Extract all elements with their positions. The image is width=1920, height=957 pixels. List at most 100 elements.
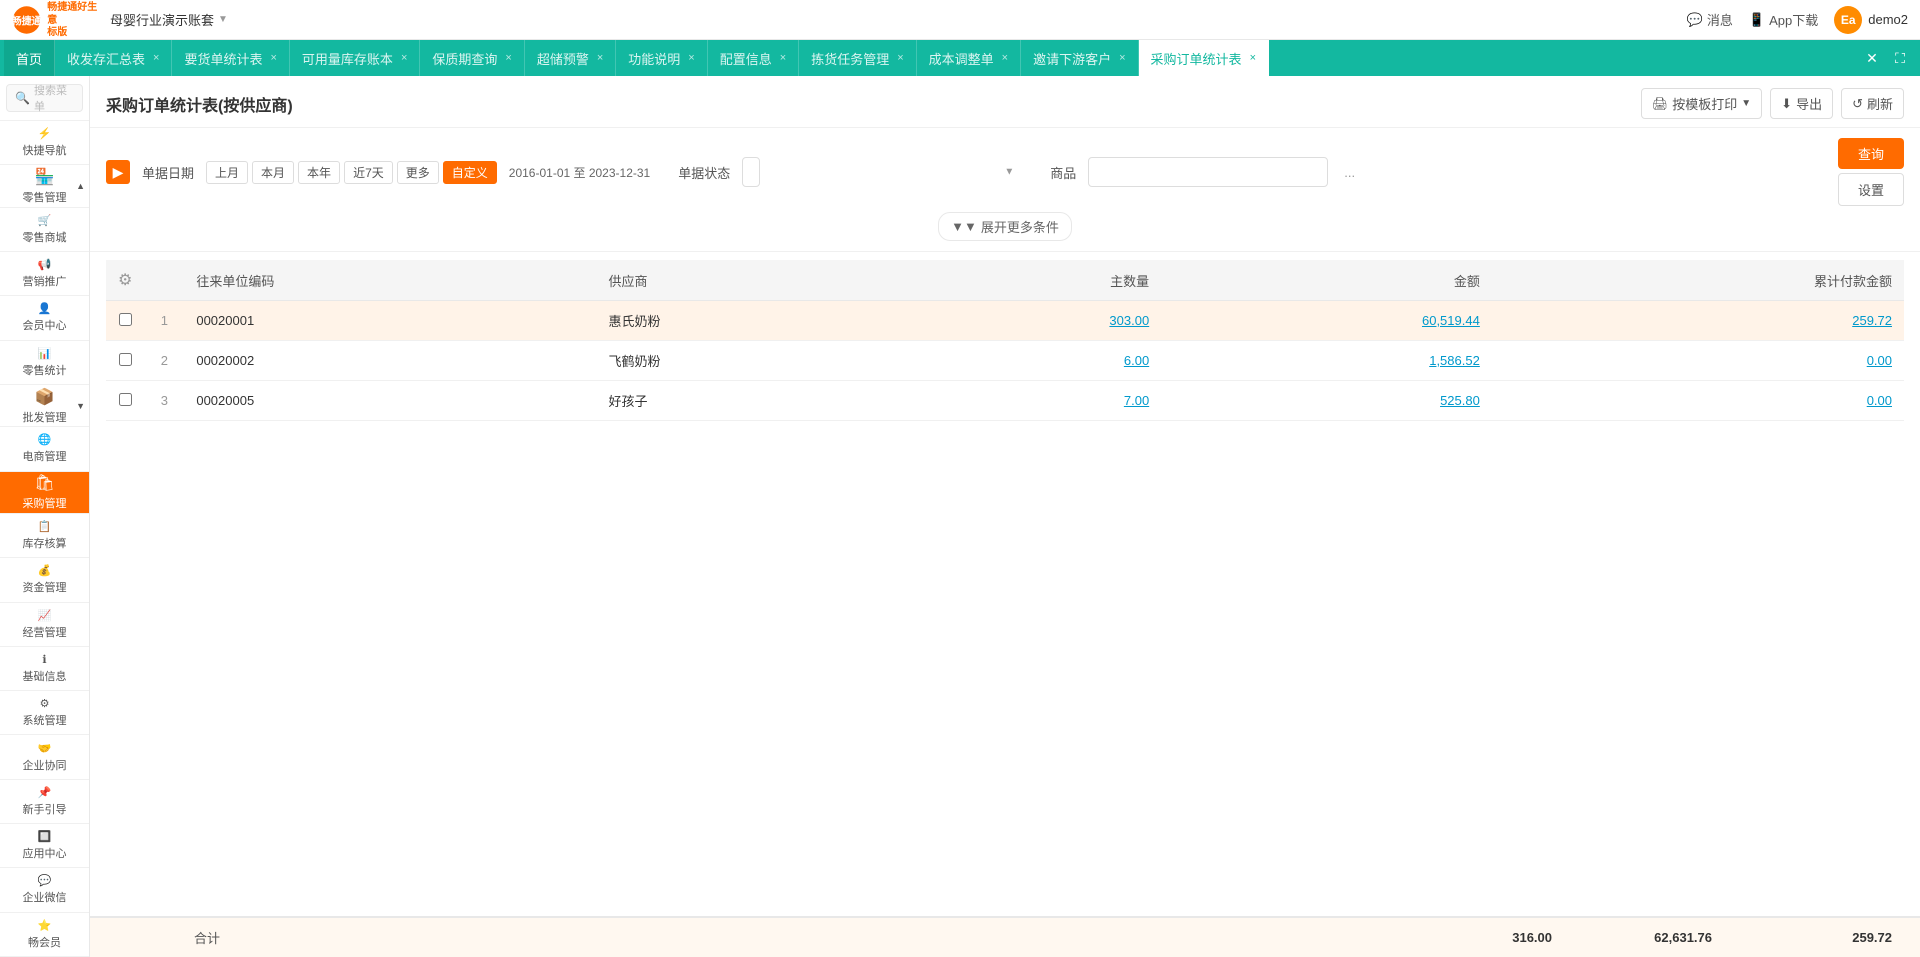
ops-mgmt-icon: 📈 <box>38 609 52 622</box>
sidebar-item-stock-check[interactable]: 📋 库存核算 <box>0 514 89 558</box>
row-check-cell[interactable] <box>106 301 144 341</box>
row-amount[interactable]: 1,586.52 <box>1161 341 1492 381</box>
row-checkbox[interactable] <box>119 313 132 326</box>
sidebar-item-quick-nav[interactable]: ⚡ 快捷导航 <box>0 121 89 165</box>
nav-tab-purchase-summary[interactable]: 采购订单统计表 × <box>1139 40 1269 76</box>
table-footer: 合计 316.00 62,631.76 259.72 <box>90 916 1920 957</box>
close-picking-task-icon[interactable]: × <box>897 52 903 64</box>
nav-tab-expiry-query[interactable]: 保质期查询 × <box>420 40 524 76</box>
sidebar-item-member-center[interactable]: 👤 会员中心 <box>0 296 89 340</box>
this-month-btn[interactable]: 本月 <box>252 161 294 184</box>
nav-tab-goods-summary[interactable]: 要货单统计表 × <box>172 40 289 76</box>
page-header-actions: 🖨 按模板打印 ▼ ⬇ 导出 ↺ 刷新 <box>1641 88 1904 119</box>
close-invite-downstream-icon[interactable]: × <box>1119 52 1125 64</box>
close-config-info-icon[interactable]: × <box>780 52 786 64</box>
close-expiry-query-icon[interactable]: × <box>505 52 511 64</box>
refresh-button[interactable]: ↺ 刷新 <box>1841 88 1904 119</box>
row-num-cell: 1 <box>144 301 184 341</box>
nav-tab-receive-summary[interactable]: 收发存汇总表 × <box>55 40 172 76</box>
sidebar-item-enterprise-collab[interactable]: 🤝 企业协同 <box>0 735 89 779</box>
sidebar-item-basic-info[interactable]: ℹ 基础信息 <box>0 647 89 691</box>
wholesale-mgmt-icon: 📦 <box>35 387 55 407</box>
settings-button[interactable]: 设置 <box>1838 173 1904 206</box>
export-button[interactable]: ⬇ 导出 <box>1770 88 1833 119</box>
user-profile[interactable]: Ea demo2 <box>1834 6 1908 34</box>
sidebar-item-wholesale-mgmt[interactable]: 📦 批发管理 ▼ <box>0 385 89 427</box>
sidebar-item-retail-mgmt[interactable]: 🏪 零售管理 ▲ <box>0 165 89 207</box>
column-settings-icon[interactable]: ⚙ <box>118 272 132 289</box>
nav-tab-config-info[interactable]: 配置信息 × <box>708 40 799 76</box>
sidebar-item-marketing[interactable]: 📢 营销推广 <box>0 252 89 296</box>
this-year-btn[interactable]: 本年 <box>298 161 340 184</box>
sidebar-search-area: 🔍 搜索菜单 <box>0 76 89 121</box>
query-button[interactable]: 查询 <box>1838 138 1904 169</box>
nav-tab-available-stock[interactable]: 可用量库存账本 × <box>290 40 420 76</box>
close-available-stock-icon[interactable]: × <box>401 52 407 64</box>
filter-row-main: ▶ 单据日期 上月 本月 本年 近7天 更多 自定义 2016-01-01 至 … <box>106 138 1904 206</box>
row-checkbox[interactable] <box>119 393 132 406</box>
row-check-cell[interactable] <box>106 341 144 381</box>
vip-member-label: 畅会员 <box>28 934 61 950</box>
main-layout: 🔍 搜索菜单 ⚡ 快捷导航 🏪 零售管理 ▲ 🛒 零售商城 📢 营销推广 👤 会… <box>0 76 1920 957</box>
sidebar-item-retail-store[interactable]: 🛒 零售商城 <box>0 208 89 252</box>
close-all-tabs-button[interactable]: ✕ <box>1860 46 1884 70</box>
sidebar-item-ecommerce-mgmt[interactable]: 🌐 电商管理 <box>0 427 89 471</box>
sidebar-item-app-center[interactable]: 🔲 应用中心 <box>0 824 89 868</box>
row-amount[interactable]: 525.80 <box>1161 381 1492 421</box>
nav-tab-home[interactable]: 首页 <box>4 40 55 76</box>
close-function-desc-icon[interactable]: × <box>688 52 694 64</box>
workspace-selector[interactable]: 母婴行业演示账套 ▼ <box>110 10 228 29</box>
template-print-button[interactable]: 🖨 按模板打印 ▼ <box>1641 88 1762 119</box>
close-cost-adjust-icon[interactable]: × <box>1002 52 1008 64</box>
row-checkbox[interactable] <box>119 353 132 366</box>
row-main-qty[interactable]: 303.00 <box>904 301 1162 341</box>
nav-tab-overstock-alert[interactable]: 超储预警 × <box>525 40 616 76</box>
row-paid-amount[interactable]: 259.72 <box>1492 301 1904 341</box>
nav-tab-invite-downstream[interactable]: 邀请下游客户 × <box>1021 40 1138 76</box>
close-receive-summary-icon[interactable]: × <box>153 52 159 64</box>
col-amount: 金额 <box>1161 260 1492 301</box>
row-amount[interactable]: 60,519.44 <box>1161 301 1492 341</box>
row-check-cell[interactable] <box>106 381 144 421</box>
page-title: 采购订单统计表(按供应商) <box>106 92 293 116</box>
col-row-num <box>144 260 184 301</box>
logo-area: 畅捷通 畅捷通好生意 标版 <box>12 1 102 39</box>
top-bar: 畅捷通 畅捷通好生意 标版 母婴行业演示账套 ▼ 💬 消息 📱 App下载 Ea… <box>0 0 1920 40</box>
nav-tab-cost-adjust[interactable]: 成本调整单 × <box>917 40 1021 76</box>
row-main-qty[interactable]: 6.00 <box>904 341 1162 381</box>
purchase-mgmt-label: 采购管理 <box>23 495 67 511</box>
sidebar-item-ops-mgmt[interactable]: 📈 经营管理 <box>0 603 89 647</box>
sidebar-item-vip-member[interactable]: ⭐ 畅会员 <box>0 913 89 957</box>
sidebar-item-finance-mgmt[interactable]: 💰 资金管理 <box>0 558 89 602</box>
row-paid-amount[interactable]: 0.00 <box>1492 381 1904 421</box>
row-paid-amount[interactable]: 0.00 <box>1492 341 1904 381</box>
close-goods-summary-icon[interactable]: × <box>270 52 276 64</box>
message-button[interactable]: 💬 消息 <box>1687 10 1733 29</box>
status-select[interactable] <box>742 157 760 187</box>
nav-tab-function-desc[interactable]: 功能说明 × <box>616 40 707 76</box>
export-icon: ⬇ <box>1781 96 1792 112</box>
filter-bar: ▶ 单据日期 上月 本月 本年 近7天 更多 自定义 2016-01-01 至 … <box>90 128 1920 252</box>
sidebar-item-purchase-mgmt[interactable]: 🛍 采购管理 <box>0 472 89 514</box>
goods-filter-input[interactable] <box>1088 157 1328 187</box>
app-download-button[interactable]: 📱 App下载 <box>1749 10 1818 29</box>
search-input-box[interactable]: 🔍 搜索菜单 <box>6 84 83 112</box>
last-month-btn[interactable]: 上月 <box>206 161 248 184</box>
close-overstock-alert-icon[interactable]: × <box>597 52 603 64</box>
row-main-qty[interactable]: 7.00 <box>904 381 1162 421</box>
sidebar-item-new-guide[interactable]: 📌 新手引导 <box>0 780 89 824</box>
more-filter-icon[interactable]: ... <box>1344 165 1355 180</box>
expand-more-conditions-button[interactable]: ▼▼ 展开更多条件 <box>938 212 1072 241</box>
more-date-btn[interactable]: 更多 <box>397 161 439 184</box>
date-quick-buttons: 上月 本月 本年 近7天 更多 自定义 <box>206 161 497 184</box>
filter-toggle-button[interactable]: ▶ <box>106 160 130 184</box>
last-7days-btn[interactable]: 近7天 <box>344 161 393 184</box>
close-purchase-summary-icon[interactable]: × <box>1250 52 1256 64</box>
nav-tab-picking-task[interactable]: 拣货任务管理 × <box>799 40 916 76</box>
table-body: 1 00020001 惠氏奶粉 303.00 60,519.44 259.72 … <box>106 301 1904 421</box>
expand-tabs-button[interactable]: ⛶ <box>1888 46 1912 70</box>
sidebar-item-retail-stats[interactable]: 📊 零售统计 <box>0 341 89 385</box>
sidebar-item-system-mgmt[interactable]: ⚙ 系统管理 <box>0 691 89 735</box>
expand-icon: ▼▼ <box>951 219 977 234</box>
sidebar-item-enterprise-wechat[interactable]: 💬 企业微信 <box>0 868 89 912</box>
